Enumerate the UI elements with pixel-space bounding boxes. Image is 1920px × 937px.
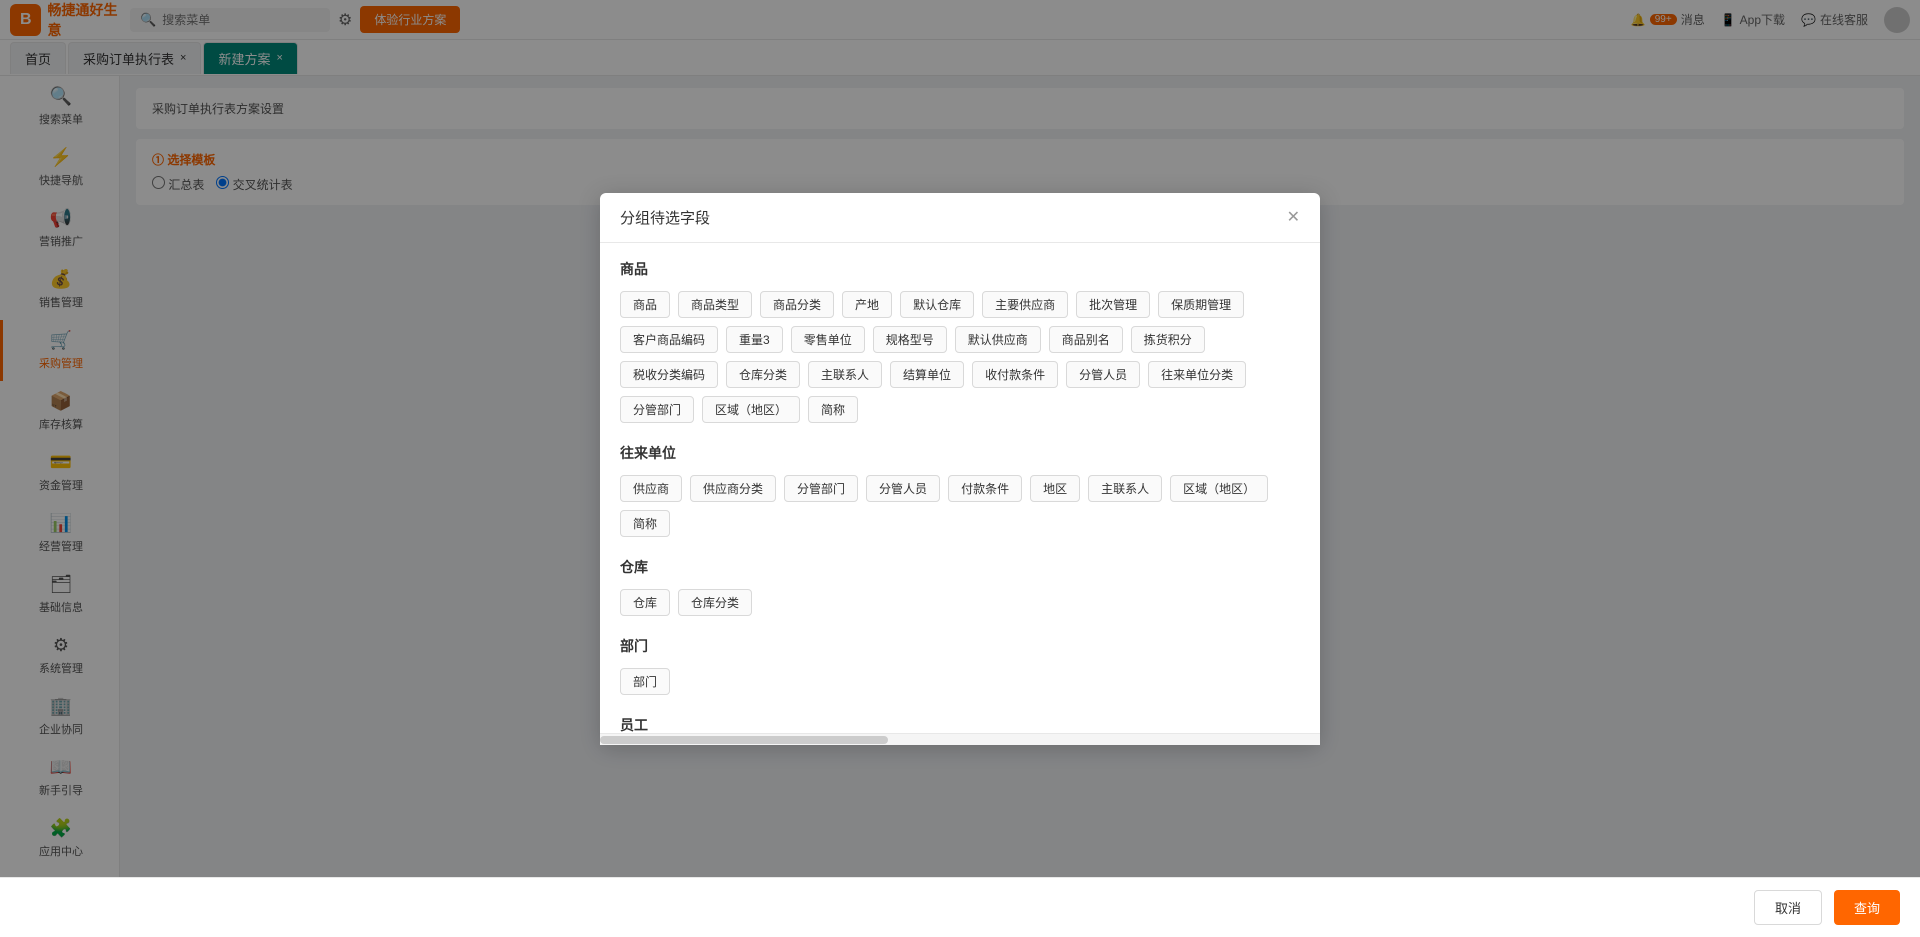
field-tag[interactable]: 拣货积分: [1131, 326, 1205, 353]
field-tag[interactable]: 分管人员: [1066, 361, 1140, 388]
section-title-partner: 往来单位: [620, 443, 1300, 463]
modal-footer: 取消 查询: [0, 877, 1920, 937]
field-tag[interactable]: 默认仓库: [900, 291, 974, 318]
field-tag[interactable]: 区域（地区）: [1170, 475, 1268, 502]
field-tag[interactable]: 仓库分类: [726, 361, 800, 388]
field-tag[interactable]: 付款条件: [948, 475, 1022, 502]
field-tag[interactable]: 主要供应商: [982, 291, 1068, 318]
modal-scrollbar-thumb[interactable]: [600, 736, 888, 744]
field-tag[interactable]: 商品类型: [678, 291, 752, 318]
cancel-button[interactable]: 取消: [1754, 890, 1822, 925]
section-product: 商品商品商品类型商品分类产地默认仓库主要供应商批次管理保质期管理客户商品编码重量…: [620, 259, 1300, 423]
modal-close-btn[interactable]: ✕: [1287, 207, 1300, 227]
field-tag[interactable]: 仓库: [620, 589, 670, 616]
field-tag[interactable]: 重量3: [726, 326, 783, 353]
section-title-product: 商品: [620, 259, 1300, 279]
section-warehouse: 仓库仓库仓库分类: [620, 557, 1300, 616]
section-title-warehouse: 仓库: [620, 557, 1300, 577]
section-tags-warehouse: 仓库仓库分类: [620, 589, 1300, 616]
section-tags-partner: 供应商供应商分类分管部门分管人员付款条件地区主联系人区域（地区） 简称: [620, 475, 1300, 537]
field-tag[interactable]: 商品分类: [760, 291, 834, 318]
confirm-button[interactable]: 查询: [1834, 890, 1900, 925]
field-select-modal: 分组待选字段 ✕ 商品商品商品类型商品分类产地默认仓库主要供应商批次管理保质期管…: [600, 193, 1320, 745]
field-tag[interactable]: 商品别名: [1049, 326, 1123, 353]
field-tag[interactable]: 主联系人: [1088, 475, 1162, 502]
field-tag[interactable]: 税收分类编码: [620, 361, 718, 388]
field-tag[interactable]: 往来单位分类: [1148, 361, 1246, 388]
field-tag[interactable]: 商品: [620, 291, 670, 318]
modal-title: 分组待选字段: [620, 207, 710, 228]
field-tag[interactable]: 供应商: [620, 475, 682, 502]
section-partner: 往来单位供应商供应商分类分管部门分管人员付款条件地区主联系人区域（地区） 简称: [620, 443, 1300, 537]
field-tag[interactable]: 部门: [620, 668, 670, 695]
section-title-employee: 员工: [620, 715, 1300, 733]
section-tags-department: 部门: [620, 668, 1300, 695]
field-tag[interactable]: 规格型号: [873, 326, 947, 353]
section-department: 部门部门: [620, 636, 1300, 695]
field-tag[interactable]: 供应商分类: [690, 475, 776, 502]
section-tags-product: 商品商品类型商品分类产地默认仓库主要供应商批次管理保质期管理客户商品编码重量3 零…: [620, 291, 1300, 423]
field-tag[interactable]: 产地: [842, 291, 892, 318]
modal-scrollbar[interactable]: [600, 733, 1320, 745]
field-tag[interactable]: 区域（地区）: [702, 396, 800, 423]
field-tag[interactable]: 零售单位: [791, 326, 865, 353]
modal-body: 商品商品商品类型商品分类产地默认仓库主要供应商批次管理保质期管理客户商品编码重量…: [600, 243, 1320, 733]
field-tag[interactable]: 客户商品编码: [620, 326, 718, 353]
field-tag[interactable]: 分管部门: [784, 475, 858, 502]
modal-overlay: 分组待选字段 ✕ 商品商品商品类型商品分类产地默认仓库主要供应商批次管理保质期管…: [0, 0, 1920, 937]
field-tag[interactable]: 结算单位: [890, 361, 964, 388]
field-tag[interactable]: 简称: [808, 396, 858, 423]
field-tag[interactable]: 保质期管理: [1158, 291, 1244, 318]
field-tag[interactable]: 仓库分类: [678, 589, 752, 616]
field-tag[interactable]: 批次管理: [1076, 291, 1150, 318]
field-tag[interactable]: 分管部门: [620, 396, 694, 423]
field-tag[interactable]: 默认供应商: [955, 326, 1041, 353]
field-tag[interactable]: 主联系人: [808, 361, 882, 388]
field-tag[interactable]: 简称: [620, 510, 670, 537]
modal-header: 分组待选字段 ✕: [600, 193, 1320, 243]
field-tag[interactable]: 收付款条件: [972, 361, 1058, 388]
section-employee: 员工业务员: [620, 715, 1300, 733]
field-tag[interactable]: 分管人员: [866, 475, 940, 502]
section-title-department: 部门: [620, 636, 1300, 656]
field-tag[interactable]: 地区: [1030, 475, 1080, 502]
